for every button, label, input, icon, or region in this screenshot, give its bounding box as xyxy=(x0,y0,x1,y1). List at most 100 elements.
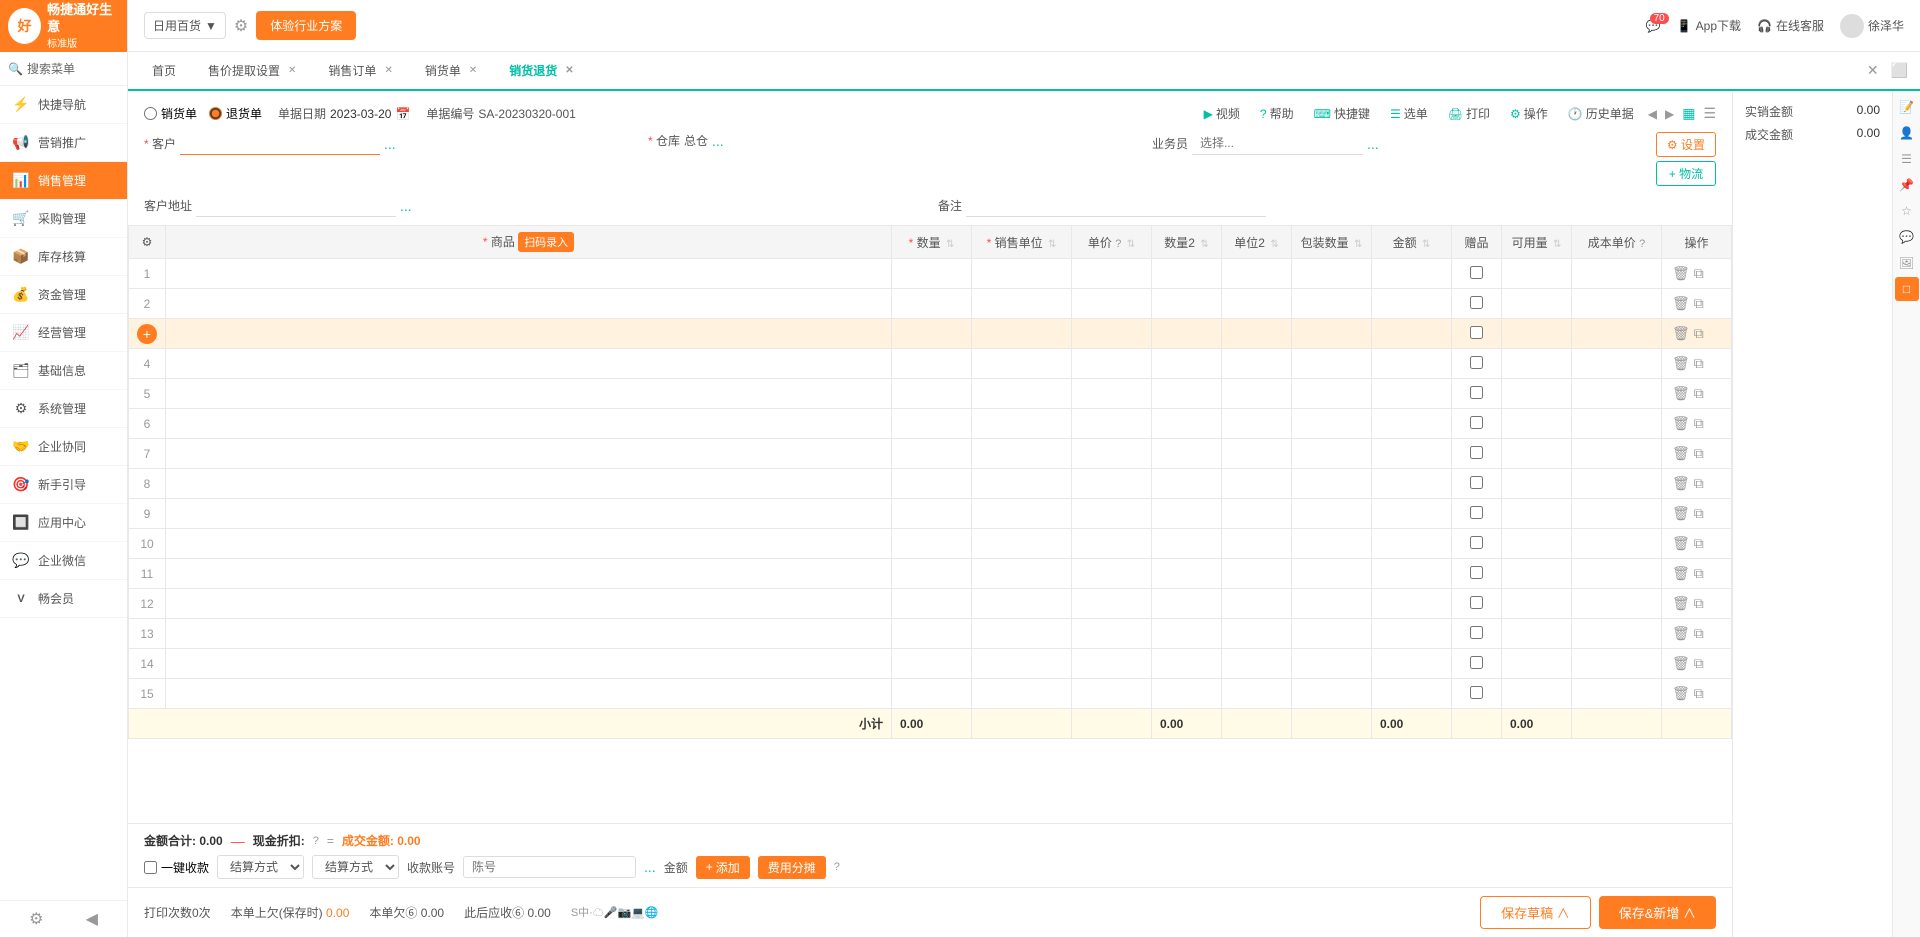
pack-qty-cell[interactable] xyxy=(1292,529,1372,559)
cost-price-cell[interactable] xyxy=(1572,319,1662,349)
quantity-cell[interactable] xyxy=(892,649,972,679)
grid-view-btn[interactable]: ▦ xyxy=(1682,105,1695,122)
sales-unit-cell[interactable] xyxy=(972,559,1072,589)
cost-price-cell[interactable] xyxy=(1572,649,1662,679)
copy-row-btn[interactable]: ⧉ xyxy=(1692,263,1706,284)
tab-sales-order[interactable]: 销售订单 ✕ xyxy=(312,52,408,91)
help-btn[interactable]: ? 帮助 xyxy=(1254,103,1300,124)
copy-row-btn[interactable]: ⧉ xyxy=(1692,503,1706,524)
product-cell[interactable] xyxy=(166,349,892,379)
qty2-cell[interactable] xyxy=(1152,649,1222,679)
product-cell[interactable] xyxy=(166,529,892,559)
copy-row-btn[interactable]: ⧉ xyxy=(1692,593,1706,614)
unit2-cell[interactable] xyxy=(1222,409,1292,439)
billing-method-select[interactable]: 结算方式 xyxy=(312,855,399,879)
tab-sr-close[interactable]: ✕ xyxy=(565,65,573,76)
quantity-cell[interactable] xyxy=(892,319,972,349)
delete-row-btn[interactable]: 🗑 xyxy=(1670,503,1692,524)
unit-price-cell[interactable] xyxy=(1072,349,1152,379)
sidebar-item-basic[interactable]: 🗂 基础信息 xyxy=(0,352,127,390)
delete-row-btn[interactable]: 🗑 xyxy=(1670,533,1692,554)
prev-record-btn[interactable]: ◀ xyxy=(1648,107,1657,121)
gift-cell[interactable] xyxy=(1452,469,1502,499)
sales-unit-cell[interactable] xyxy=(972,379,1072,409)
cost-price-cell[interactable] xyxy=(1572,499,1662,529)
gift-checkbox[interactable] xyxy=(1470,626,1483,639)
product-cell[interactable] xyxy=(166,319,892,349)
tab-so-close[interactable]: ✕ xyxy=(384,65,392,76)
gift-checkbox[interactable] xyxy=(1470,386,1483,399)
delete-row-btn[interactable]: 🗑 xyxy=(1670,563,1692,584)
list-view-btn[interactable]: ☰ xyxy=(1703,105,1716,122)
save-draft-btn[interactable]: 保存草稿 ∧ xyxy=(1480,896,1591,929)
quantity-cell[interactable] xyxy=(892,619,972,649)
pin-icon-btn[interactable]: 📌 xyxy=(1895,173,1919,197)
radio-return[interactable]: 退货单 xyxy=(209,105,262,122)
unit2-cell[interactable] xyxy=(1222,559,1292,589)
amount-cell[interactable] xyxy=(1372,559,1452,589)
sidebar-item-finance[interactable]: 💰 资金管理 xyxy=(0,276,127,314)
set-button[interactable]: ⚙ 设置 xyxy=(1656,132,1716,157)
sidebar-item-marketing[interactable]: 📢 营销推广 xyxy=(0,124,127,162)
available-cell[interactable] xyxy=(1502,409,1572,439)
user-info[interactable]: 徐泽华 xyxy=(1840,14,1904,38)
quantity-cell[interactable] xyxy=(892,289,972,319)
available-cell[interactable] xyxy=(1502,589,1572,619)
quantity-cell[interactable] xyxy=(892,529,972,559)
qty2-cell[interactable] xyxy=(1152,439,1222,469)
sidebar-item-inventory[interactable]: 📦 库存核算 xyxy=(0,238,127,276)
product-cell[interactable] xyxy=(166,469,892,499)
copy-row-btn[interactable]: ⧉ xyxy=(1692,443,1706,464)
sidebar-item-enterprise[interactable]: 🤝 企业协同 xyxy=(0,428,127,466)
qty2-cell[interactable] xyxy=(1152,319,1222,349)
pack-qty-cell[interactable] xyxy=(1292,289,1372,319)
amount-cell[interactable] xyxy=(1372,439,1452,469)
quantity-cell[interactable] xyxy=(892,259,972,289)
note-icon-btn[interactable]: 📝 xyxy=(1895,95,1919,119)
cost-price-cell[interactable] xyxy=(1572,259,1662,289)
sidebar-item-wechat[interactable]: 💬 企业微信 xyxy=(0,542,127,580)
unit-price-cell[interactable] xyxy=(1072,439,1152,469)
sales-unit-cell[interactable] xyxy=(972,589,1072,619)
cost-price-cell[interactable] xyxy=(1572,529,1662,559)
category-select[interactable]: 日用百货 ▼ xyxy=(144,12,226,39)
sidebar-item-guide[interactable]: 🎯 新手引导 xyxy=(0,466,127,504)
gift-checkbox[interactable] xyxy=(1470,296,1483,309)
pack-qty-cell[interactable] xyxy=(1292,409,1372,439)
available-cell[interactable] xyxy=(1502,379,1572,409)
available-cell[interactable] xyxy=(1502,619,1572,649)
copy-row-btn[interactable]: ⧉ xyxy=(1692,623,1706,644)
delete-row-btn[interactable]: 🗑 xyxy=(1670,623,1692,644)
copy-row-btn[interactable]: ⧉ xyxy=(1692,533,1706,554)
cost-price-cell[interactable] xyxy=(1572,379,1662,409)
gift-cell[interactable] xyxy=(1452,649,1502,679)
amount-cell[interactable] xyxy=(1372,379,1452,409)
sidebar-item-search[interactable]: 🔍 搜索菜单 xyxy=(0,52,127,86)
next-record-btn[interactable]: ▶ xyxy=(1665,107,1674,121)
pack-qty-cell[interactable] xyxy=(1292,379,1372,409)
video-btn[interactable]: ▶ 视频 xyxy=(1198,103,1246,124)
history-btn[interactable]: 🕐 历史单据 xyxy=(1562,103,1640,124)
available-cell[interactable] xyxy=(1502,319,1572,349)
amount-cell[interactable] xyxy=(1372,289,1452,319)
sidebar-item-sales[interactable]: 📊 销售管理 xyxy=(0,162,127,200)
tab-close-btn[interactable]: ✕ xyxy=(1863,58,1883,83)
add-row-btn[interactable]: + xyxy=(137,324,157,344)
cost-price-cell[interactable] xyxy=(1572,289,1662,319)
gift-checkbox[interactable] xyxy=(1470,446,1483,459)
unit-price-cell[interactable] xyxy=(1072,559,1152,589)
settings-gear-icon[interactable]: ⚙ xyxy=(234,16,248,36)
qty2-cell[interactable] xyxy=(1152,379,1222,409)
active-icon-btn[interactable]: □ xyxy=(1895,277,1919,301)
gift-checkbox[interactable] xyxy=(1470,416,1483,429)
radio-sales-input[interactable] xyxy=(144,107,157,120)
bank-no-input[interactable] xyxy=(463,856,636,878)
unit-price-cell[interactable] xyxy=(1072,679,1152,709)
qty2-cell[interactable] xyxy=(1152,559,1222,589)
product-cell[interactable] xyxy=(166,409,892,439)
delete-row-btn[interactable]: 🗑 xyxy=(1670,443,1692,464)
gift-cell[interactable] xyxy=(1452,379,1502,409)
unit2-cell[interactable] xyxy=(1222,379,1292,409)
remark-input[interactable] xyxy=(966,194,1266,217)
unit2-cell[interactable] xyxy=(1222,529,1292,559)
